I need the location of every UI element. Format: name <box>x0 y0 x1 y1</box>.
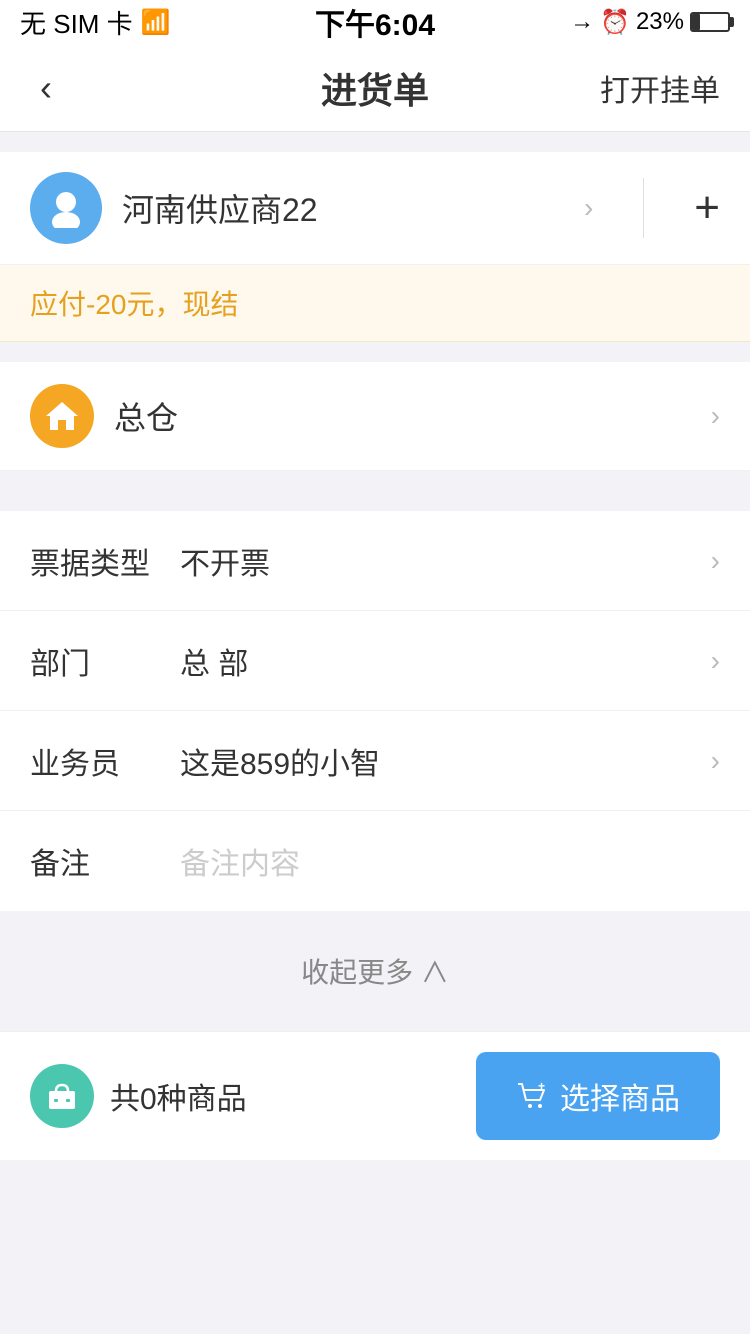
collapse-button[interactable]: 收起更多 ∧ <box>0 931 750 1011</box>
supplier-name: 河南供应商22 <box>122 185 584 231</box>
product-count-text: 共0种商品 <box>110 1074 247 1118</box>
cart-icon: + <box>516 1080 548 1112</box>
section-gap-3 <box>0 471 750 491</box>
salesman-row[interactable]: 业务员 这是859的小智 › <box>0 711 750 811</box>
warehouse-chevron-icon: › <box>711 400 720 432</box>
dept-label: 部门 <box>30 639 160 683</box>
salesman-value: 这是859的小智 <box>180 739 711 783</box>
form-section: 票据类型 不开票 › 部门 总 部 › 业务员 这是859的小智 › 备注 备注… <box>0 511 750 911</box>
select-product-label: 选择商品 <box>560 1074 680 1118</box>
section-gap-1 <box>0 132 750 152</box>
dept-row[interactable]: 部门 总 部 › <box>0 611 750 711</box>
warehouse-label: 总仓 <box>114 393 711 439</box>
salesman-chevron-icon: › <box>711 745 720 777</box>
status-bar: 无 SIM 卡 📶 下午6:04 → ⏰ 23% <box>0 0 750 44</box>
battery-icon <box>690 12 730 32</box>
add-supplier-button[interactable]: + <box>694 186 720 230</box>
warehouse-row[interactable]: 总仓 › <box>0 362 750 471</box>
svg-text:+: + <box>538 1080 545 1093</box>
product-count-area: 共0种商品 <box>30 1064 247 1128</box>
remark-label: 备注 <box>30 839 160 883</box>
person-icon <box>46 188 86 228</box>
back-button[interactable]: ‹ <box>30 57 62 119</box>
open-pending-button[interactable]: 打开挂单 <box>600 66 720 110</box>
supplier-actions: › + <box>584 178 720 238</box>
supplier-notice: 应付-20元，现结 <box>0 265 750 342</box>
status-time: 下午6:04 <box>315 0 435 44</box>
status-right: → ⏰ 23% <box>570 8 730 37</box>
invoice-label: 票据类型 <box>30 539 160 583</box>
home-icon <box>44 398 80 434</box>
carrier-label: 无 SIM 卡 <box>20 4 133 41</box>
dept-value: 总 部 <box>180 639 711 683</box>
salesman-label: 业务员 <box>30 739 160 783</box>
invoice-value: 不开票 <box>180 539 711 583</box>
wifi-icon: 📶 <box>141 8 171 37</box>
select-product-button[interactable]: + 选择商品 <box>476 1052 720 1140</box>
invoice-chevron-icon: › <box>711 545 720 577</box>
warehouse-section: 总仓 › <box>0 362 750 471</box>
dept-chevron-icon: › <box>711 645 720 677</box>
page-title: 进货单 <box>321 62 429 114</box>
supplier-chevron-icon[interactable]: › <box>584 192 593 224</box>
shopping-bag-icon <box>45 1079 79 1113</box>
remark-input[interactable]: 备注内容 <box>180 839 720 883</box>
supplier-avatar <box>30 172 102 244</box>
supplier-section: 河南供应商22 › + 应付-20元，现结 <box>0 152 750 342</box>
v-divider <box>643 178 644 238</box>
supplier-row[interactable]: 河南供应商22 › + <box>0 152 750 265</box>
bottom-bar: 共0种商品 + 选择商品 <box>0 1031 750 1160</box>
warehouse-icon-circle <box>30 384 94 448</box>
remark-row[interactable]: 备注 备注内容 <box>0 811 750 911</box>
alarm-icon: ⏰ <box>600 8 630 37</box>
collapse-label: 收起更多 ∧ <box>301 951 449 991</box>
location-icon: → <box>570 8 594 36</box>
status-left: 无 SIM 卡 📶 <box>20 4 171 41</box>
product-icon-circle <box>30 1064 94 1128</box>
section-gap-2 <box>0 342 750 362</box>
invoice-row[interactable]: 票据类型 不开票 › <box>0 511 750 611</box>
nav-bar: ‹ 进货单 打开挂单 <box>0 44 750 132</box>
battery-label: 23% <box>636 8 684 36</box>
